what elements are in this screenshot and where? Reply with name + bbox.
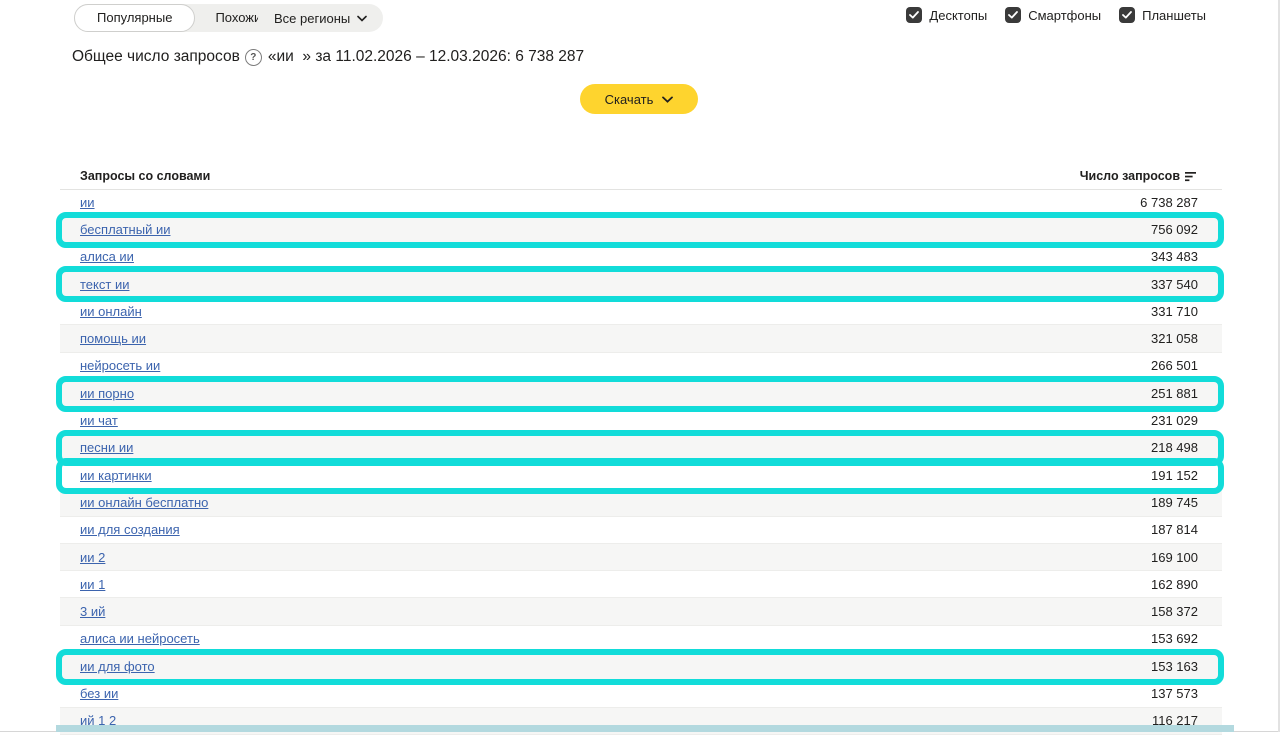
table-row: ии онлайн бесплатно 189 745	[60, 489, 1222, 517]
total-queries-summary: Общее число запросов ? «ии » за 11.02.20…	[72, 48, 584, 66]
query-count: 187 814	[1151, 522, 1198, 538]
table-row: без ии 137 573	[60, 680, 1222, 708]
query-link[interactable]: ии чат	[80, 413, 118, 428]
table-header: Запросы со словами Число запросов	[60, 163, 1222, 190]
device-filters: Десктопы Смартфоны Планшеты	[906, 7, 1206, 23]
table-row: ии порно 251 881	[60, 380, 1222, 408]
query-link[interactable]: нейросеть ии	[80, 358, 160, 373]
device-filter-label: Десктопы	[929, 7, 988, 23]
column-header-queries: Запросы со словами	[80, 169, 211, 183]
query-link[interactable]: текст ии	[80, 277, 129, 292]
checkbox-checked-icon[interactable]	[1005, 7, 1022, 23]
query-link[interactable]: бесплатный ии	[80, 222, 170, 237]
table-row: ии для создания 187 814	[60, 517, 1222, 544]
table-row: алиса ии нейросеть 153 692	[60, 626, 1222, 654]
query-link[interactable]: песни ии	[80, 440, 133, 455]
query-count: 337 540	[1151, 276, 1198, 292]
query-count: 158 372	[1151, 604, 1198, 620]
query-link[interactable]: без ии	[80, 686, 118, 701]
query-count: 153 692	[1151, 631, 1198, 647]
table-row: помощь ии 321 058	[60, 325, 1222, 353]
query-count: 116 217	[1151, 713, 1198, 729]
column-header-count[interactable]: Число запросов	[1080, 169, 1198, 183]
tab-popular[interactable]: Популярные	[74, 4, 196, 32]
query-link[interactable]: ии 1	[80, 577, 105, 592]
device-filter-tablets[interactable]: Планшеты	[1119, 7, 1206, 23]
query-count: 137 573	[1151, 685, 1198, 701]
query-link[interactable]: ии	[80, 195, 95, 210]
query-link[interactable]: ии для фото	[80, 659, 155, 674]
query-link[interactable]: ий 1 2	[80, 713, 116, 728]
query-count: 189 745	[1151, 494, 1198, 510]
table-row: ии картинки 191 152	[60, 462, 1222, 490]
query-count: 169 100	[1151, 549, 1198, 565]
device-filter-label: Планшеты	[1142, 7, 1206, 23]
query-link[interactable]: ии порно	[80, 386, 134, 401]
download-label: Скачать	[604, 91, 654, 107]
table-row: ии 2 169 100	[60, 543, 1222, 572]
region-filter-label: Все регионы	[274, 10, 351, 26]
results-table: ии 6 738 287 бесплатный ии 756 092 алиса ии 3…	[60, 189, 1222, 735]
wordstat-results-page: Популярные Похожие Все регионы Десктопы …	[0, 0, 1280, 735]
device-filter-smartphones[interactable]: Смартфоны	[1005, 7, 1101, 23]
query-count: 231 029	[1151, 413, 1198, 429]
query-link[interactable]: ии онлайн бесплатно	[80, 495, 208, 510]
checkbox-checked-icon[interactable]	[1119, 7, 1136, 23]
query-link[interactable]: помощь ии	[80, 331, 146, 346]
query-link[interactable]: алиса ии нейросеть	[80, 631, 200, 646]
table-row: нейросеть ии 266 501	[60, 353, 1222, 381]
chevron-down-icon	[357, 15, 368, 22]
query-count: 191 152	[1151, 467, 1198, 483]
table-row: песни ии 218 498	[60, 434, 1222, 462]
table-row: 3 ий 158 372	[60, 598, 1222, 626]
device-filter-label: Смартфоны	[1028, 7, 1102, 23]
table-row: алиса ии 343 483	[60, 244, 1222, 271]
query-count: 266 501	[1151, 358, 1198, 374]
sort-descending-icon[interactable]	[1185, 171, 1198, 182]
table-row: ии 6 738 287	[60, 189, 1222, 217]
query-count: 162 890	[1151, 576, 1198, 592]
query-count: 343 483	[1151, 249, 1198, 265]
query-link[interactable]: 3 ий	[80, 604, 105, 619]
device-filter-desktops[interactable]: Десктопы	[906, 7, 987, 23]
query-link[interactable]: ии онлайн	[80, 304, 142, 319]
query-count: 331 710	[1151, 303, 1198, 319]
query-link[interactable]: ии для создания	[80, 522, 180, 537]
region-filter-button[interactable]: Все регионы	[258, 4, 384, 32]
query-count: 218 498	[1151, 440, 1198, 456]
summary-value: «ии » за 11.02.2026 – 12.03.2026: 6 738 …	[267, 48, 585, 65]
table-row: ии онлайн 331 710	[60, 298, 1222, 326]
query-count: 153 163	[1151, 658, 1198, 674]
help-question-icon[interactable]: ?	[244, 48, 262, 66]
chevron-down-icon	[662, 95, 674, 103]
column-header-count-label: Число запросов	[1079, 169, 1180, 183]
query-link[interactable]: алиса ии	[80, 249, 134, 264]
table-row: ии 1 162 890	[60, 571, 1222, 599]
query-count: 756 092	[1151, 221, 1198, 237]
download-button[interactable]: Скачать	[580, 84, 698, 114]
table-row: ии для фото 153 163	[60, 653, 1222, 681]
table-row: текст ии 337 540	[60, 270, 1222, 299]
query-link[interactable]: ии картинки	[80, 468, 152, 483]
query-count: 251 881	[1151, 385, 1198, 401]
summary-prefix: Общее число запросов	[72, 48, 240, 65]
query-count: 6 738 287	[1140, 194, 1198, 210]
table-row: ии чат 231 029	[60, 407, 1222, 435]
query-count: 321 058	[1151, 331, 1198, 347]
checkbox-checked-icon[interactable]	[906, 7, 923, 23]
table-row: бесплатный ии 756 092	[60, 216, 1222, 244]
result-type-tabs: Популярные Похожие	[74, 4, 289, 32]
query-link[interactable]: ии 2	[80, 550, 105, 565]
